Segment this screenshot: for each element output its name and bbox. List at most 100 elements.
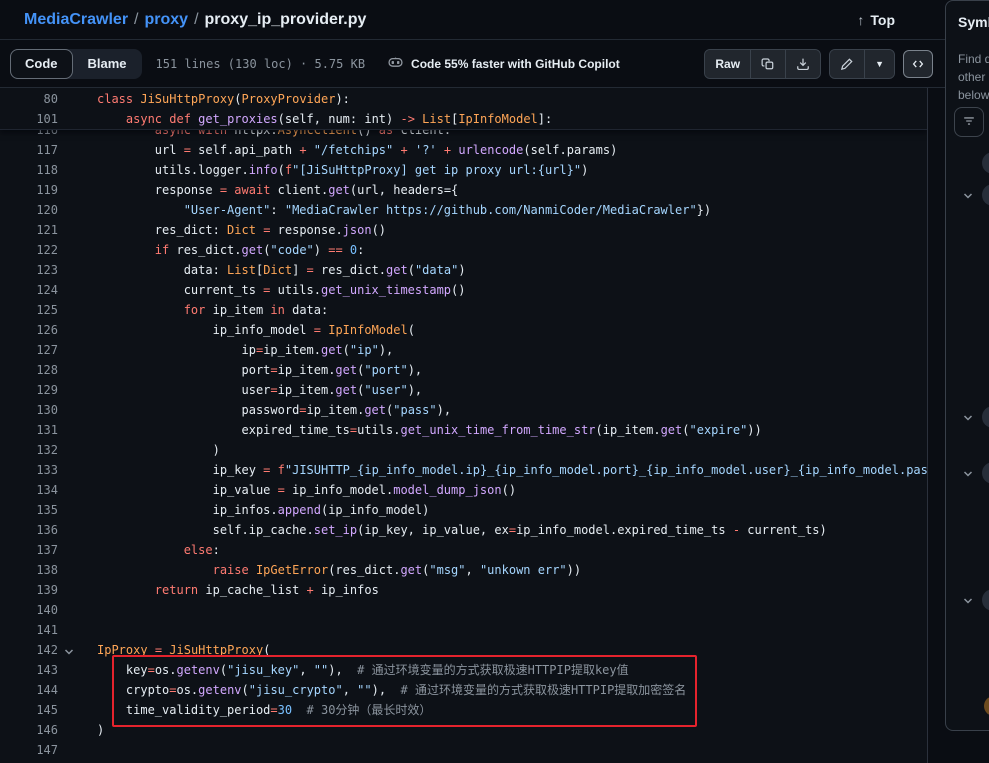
- line-number[interactable]: 121: [0, 220, 58, 240]
- copy-button[interactable]: [750, 50, 785, 78]
- line-number[interactable]: 132: [0, 440, 58, 460]
- symbol-row: [946, 696, 989, 718]
- chevron-down-icon[interactable]: [962, 467, 974, 485]
- line-number[interactable]: 120: [0, 200, 58, 220]
- breadcrumb: MediaCrawler/proxy/proxy_ip_provider.py: [24, 11, 366, 29]
- line-number[interactable]: 118: [0, 160, 58, 180]
- code-line: 101 async def get_proxies(self, num: int…: [0, 109, 927, 129]
- line-number[interactable]: 142: [0, 640, 58, 660]
- line-number[interactable]: 127: [0, 340, 58, 360]
- breadcrumb-separator: /: [128, 11, 144, 28]
- symbol-item[interactable]: [982, 589, 989, 611]
- code-line: 126 ip_info_model = IpInfoModel(: [0, 320, 927, 340]
- line-number[interactable]: 136: [0, 520, 58, 540]
- raw-button[interactable]: Raw: [705, 50, 750, 78]
- line-number[interactable]: 133: [0, 460, 58, 480]
- code-line: 145 time_validity_period=30 # 30分钟（最长时效）: [0, 700, 927, 720]
- edit-dropdown-button[interactable]: ▼: [864, 50, 894, 78]
- pencil-icon: [840, 57, 854, 71]
- code-square-icon: [911, 57, 925, 71]
- tab-code[interactable]: Code: [10, 49, 73, 79]
- chevron-down-icon[interactable]: [962, 189, 974, 207]
- line-number[interactable]: 101: [0, 109, 58, 129]
- symbol-row: [946, 406, 989, 428]
- filter-button[interactable]: [954, 107, 984, 137]
- breadcrumb-file: proxy_ip_provider.py: [205, 11, 367, 28]
- code-line: 128 port=ip_item.get("port"),: [0, 360, 927, 380]
- symbols-toggle-button[interactable]: [903, 50, 933, 78]
- chevron-down-icon[interactable]: [962, 411, 974, 429]
- code-line: 121 res_dict: Dict = response.json(): [0, 220, 927, 240]
- edit-button[interactable]: [830, 50, 864, 78]
- code-line: 118 utils.logger.info(f"[JiSuHttpProxy] …: [0, 160, 927, 180]
- line-number[interactable]: 139: [0, 580, 58, 600]
- line-number[interactable]: 119: [0, 180, 58, 200]
- line-number[interactable]: 144: [0, 680, 58, 700]
- code-line: 80class JiSuHttpProxy(ProxyProvider):: [0, 89, 927, 109]
- line-number[interactable]: 124: [0, 280, 58, 300]
- code-line: 125 for ip_item in data:: [0, 300, 927, 320]
- line-number[interactable]: 147: [0, 740, 58, 760]
- line-number[interactable]: 126: [0, 320, 58, 340]
- chevron-down-icon[interactable]: [962, 594, 974, 612]
- copy-icon: [761, 57, 775, 71]
- code-line: 134 ip_value = ip_info_model.model_dump_…: [0, 480, 927, 500]
- arrow-up-icon: ↑: [857, 12, 864, 28]
- code-line: 117 url = self.api_path + "/fetchips" + …: [0, 140, 927, 160]
- line-number[interactable]: 141: [0, 620, 58, 640]
- code-line: 132 ): [0, 440, 927, 460]
- line-number[interactable]: 80: [0, 89, 58, 109]
- line-number[interactable]: 145: [0, 700, 58, 720]
- back-to-top-label: Top: [870, 12, 895, 28]
- symbol-item[interactable]: [982, 462, 989, 484]
- symbols-panel-description: Find definitions and references for func…: [958, 50, 989, 104]
- line-number[interactable]: 122: [0, 240, 58, 260]
- line-number[interactable]: 138: [0, 560, 58, 580]
- line-number[interactable]: 140: [0, 600, 58, 620]
- code-area[interactable]: 116 async with httpx.AsyncClient() as cl…: [0, 88, 928, 763]
- file-toolbar: Code Blame 151 lines (130 loc) · 5.75 KB…: [0, 40, 945, 88]
- chevron-down-icon[interactable]: [63, 644, 75, 656]
- line-number[interactable]: 129: [0, 380, 58, 400]
- symbols-panel-title: Symbols: [958, 14, 989, 30]
- line-number[interactable]: 135: [0, 500, 58, 520]
- line-number[interactable]: 123: [0, 260, 58, 280]
- code-line: 139 return ip_cache_list + ip_infos: [0, 580, 927, 600]
- symbol-item[interactable]: [982, 406, 989, 428]
- file-header: MediaCrawler/proxy/proxy_ip_provider.py …: [0, 0, 945, 40]
- download-button[interactable]: [785, 50, 820, 78]
- sticky-context-lines: 80class JiSuHttpProxy(ProxyProvider):101…: [0, 88, 927, 130]
- line-number[interactable]: 117: [0, 140, 58, 160]
- line-number[interactable]: 143: [0, 660, 58, 680]
- symbols-panel: Symbols Find definitions and references …: [945, 0, 989, 731]
- line-number[interactable]: 131: [0, 420, 58, 440]
- filter-icon: [962, 114, 976, 131]
- code-line: 135 ip_infos.append(ip_info_model): [0, 500, 927, 520]
- copilot-icon: [387, 54, 404, 73]
- line-number[interactable]: 128: [0, 360, 58, 380]
- symbol-row: [946, 462, 989, 484]
- code-line: 142IpProxy = JiSuHttpProxy(: [0, 640, 927, 660]
- code-line: 124 current_ts = utils.get_unix_timestam…: [0, 280, 927, 300]
- line-number[interactable]: 130: [0, 400, 58, 420]
- breadcrumb-separator: /: [188, 11, 204, 28]
- symbol-item[interactable]: [984, 696, 989, 716]
- copilot-banner-label: Code 55% faster with GitHub Copilot: [411, 57, 620, 71]
- code-line: 127 ip=ip_item.get("ip"),: [0, 340, 927, 360]
- toolbar-actions: Raw: [704, 49, 933, 79]
- symbol-item[interactable]: [982, 152, 989, 174]
- breadcrumb-repo[interactable]: MediaCrawler: [24, 11, 128, 28]
- line-number[interactable]: 134: [0, 480, 58, 500]
- code-line: 140: [0, 600, 927, 620]
- back-to-top-button[interactable]: ↑ Top: [851, 11, 901, 29]
- code-line: 138 raise IpGetError(res_dict.get("msg",…: [0, 560, 927, 580]
- breadcrumb-folder[interactable]: proxy: [145, 11, 189, 28]
- symbol-item[interactable]: [982, 184, 989, 206]
- file-meta: 151 lines (130 loc) · 5.75 KB: [156, 57, 366, 71]
- tab-blame[interactable]: Blame: [73, 49, 142, 79]
- line-number[interactable]: 137: [0, 540, 58, 560]
- copilot-banner[interactable]: Code 55% faster with GitHub Copilot: [387, 54, 620, 73]
- line-number[interactable]: 125: [0, 300, 58, 320]
- code-line: 133 ip_key = f"JISUHTTP_{ip_info_model.i…: [0, 460, 927, 480]
- line-number[interactable]: 146: [0, 720, 58, 740]
